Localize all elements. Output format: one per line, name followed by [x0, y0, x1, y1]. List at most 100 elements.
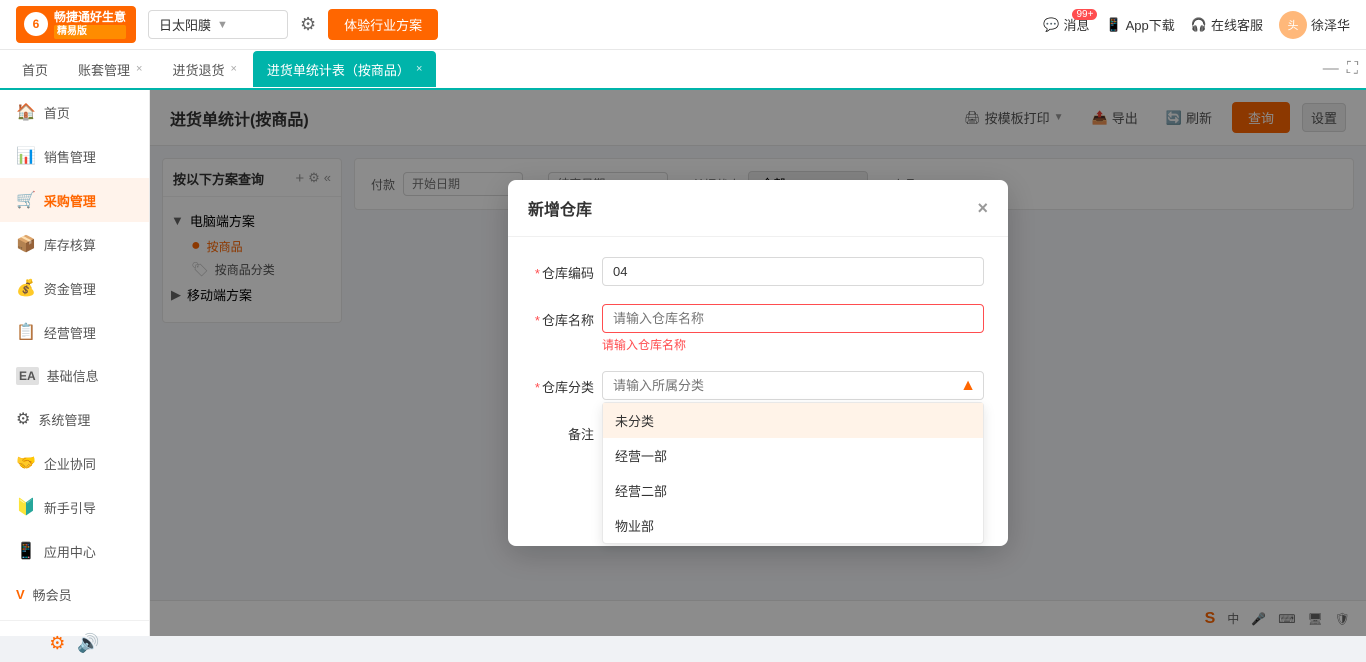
finance-icon: 💰: [16, 278, 36, 298]
basic-info-icon: EA: [16, 367, 39, 385]
sidebar: 🏠 首页 📊 销售管理 🛒 采购管理 📦 库存核算 💰 资金管理 📋 经营管理 …: [0, 90, 150, 636]
dialog-body: 仓库编码 仓库名称 请输入仓库名称: [508, 237, 1008, 485]
settings-bottom-icon[interactable]: ⚙: [49, 633, 65, 654]
dialog-close-button[interactable]: ×: [977, 198, 988, 219]
sidebar-item-vip[interactable]: V 畅会员: [0, 573, 149, 616]
cooperation-icon: 🤝: [16, 453, 36, 473]
name-field-row: 仓库名称 请输入仓库名称: [532, 304, 984, 353]
sidebar-item-cooperation[interactable]: 🤝 企业协同: [0, 441, 149, 485]
dropdown-item-dept1[interactable]: 经营一部: [603, 438, 983, 473]
tab-purchase-stats[interactable]: 进货单统计表（按商品） ×: [253, 51, 436, 87]
sidebar-sales-label: 销售管理: [44, 147, 96, 166]
store-name: 日太阳膜: [159, 15, 211, 34]
sidebar-item-sales[interactable]: 📊 销售管理: [0, 134, 149, 178]
new-warehouse-dialog: 新增仓库 × 仓库编码 仓库名称: [508, 180, 1008, 546]
home-icon: 🏠: [16, 102, 36, 122]
avatar: 头: [1279, 11, 1307, 39]
close-accounts-tab[interactable]: ×: [136, 63, 142, 75]
operations-icon: 📋: [16, 322, 36, 342]
sidebar-finance-label: 资金管理: [44, 279, 96, 298]
name-error-message: 请输入仓库名称: [602, 336, 984, 353]
sidebar-item-finance[interactable]: 💰 资金管理: [0, 266, 149, 310]
message-icon: 💬: [1043, 17, 1059, 33]
category-select-wrap: ▲: [602, 371, 984, 400]
name-label: 仓库名称: [532, 304, 602, 329]
tab-accounts[interactable]: 账套管理 ×: [64, 51, 156, 87]
sidebar-operations-label: 经营管理: [44, 323, 96, 342]
tab-purchase-stats-label: 进货单统计表（按商品）: [267, 60, 410, 79]
sidebar-item-operations[interactable]: 📋 经营管理: [0, 310, 149, 354]
dialog-title: 新增仓库: [528, 196, 592, 220]
sidebar-home-label: 首页: [44, 103, 70, 122]
trial-button[interactable]: 体验行业方案: [328, 9, 438, 40]
store-selector[interactable]: 日太阳膜 ▼: [148, 10, 288, 39]
sidebar-app-center-label: 应用中心: [44, 542, 96, 561]
dropdown-dept1-label: 经营一部: [615, 449, 667, 464]
sidebar-item-basic-info[interactable]: EA 基础信息: [0, 354, 149, 397]
app-center-icon: 📱: [16, 541, 36, 561]
online-service-label: 在线客服: [1211, 15, 1263, 34]
settings-icon[interactable]: ⚙: [300, 14, 316, 35]
sidebar-system-label: 系统管理: [38, 410, 90, 429]
headset-icon: 🎧: [1191, 17, 1207, 33]
sidebar-item-home[interactable]: 🏠 首页: [0, 90, 149, 134]
code-input[interactable]: [602, 257, 984, 286]
logo-sub: 精易版: [54, 25, 126, 39]
store-dropdown-icon: ▼: [217, 19, 228, 31]
purchase-icon: 🛒: [16, 190, 36, 210]
category-dropdown: 未分类 经营一部 经营二部 物业部: [602, 402, 984, 544]
logo-area: 6 畅捷通好生意 精易版: [16, 6, 136, 43]
notification-button[interactable]: 💬 消息 99+: [1043, 15, 1089, 34]
dropdown-property-label: 物业部: [615, 519, 654, 534]
sidebar-purchase-label: 采购管理: [44, 191, 96, 210]
dialog-header: 新增仓库 ×: [508, 180, 1008, 237]
tab-home[interactable]: 首页: [8, 51, 62, 87]
sidebar-item-purchase[interactable]: 🛒 采购管理: [0, 178, 149, 222]
tab-minimize-icon[interactable]: —: [1323, 60, 1339, 78]
sidebar-basic-info-label: 基础信息: [47, 366, 99, 385]
close-purchase-stats-tab[interactable]: ×: [416, 63, 422, 75]
dropdown-item-property[interactable]: 物业部: [603, 508, 983, 543]
code-field: [602, 257, 984, 286]
category-field-row: 仓库分类 ▲ 未分类: [532, 371, 984, 400]
sidebar-guide-label: 新手引导: [44, 498, 96, 517]
inventory-icon: 📦: [16, 234, 36, 254]
speaker-icon[interactable]: 🔊: [77, 633, 99, 654]
sidebar-item-inventory[interactable]: 📦 库存核算: [0, 222, 149, 266]
dropdown-dept2-label: 经营二部: [615, 484, 667, 499]
close-purchase-return-tab[interactable]: ×: [230, 63, 236, 75]
app-download-button[interactable]: 📱 App下载: [1105, 15, 1174, 34]
name-input[interactable]: [602, 304, 984, 333]
tab-actions: — ⛶: [1323, 60, 1358, 78]
main-layout: 🏠 首页 📊 销售管理 🛒 采购管理 📦 库存核算 💰 资金管理 📋 经营管理 …: [0, 90, 1366, 636]
tab-purchase-return[interactable]: 进货退货 ×: [158, 51, 250, 87]
online-service-button[interactable]: 🎧 在线客服: [1191, 15, 1263, 34]
sidebar-item-guide[interactable]: 🔰 新手引导: [0, 485, 149, 529]
logo-icon: 6: [24, 12, 48, 36]
phone-icon: 📱: [1105, 17, 1121, 33]
user-menu[interactable]: 头 徐泽华: [1279, 11, 1350, 39]
category-label: 仓库分类: [532, 371, 602, 396]
logo-text: 畅捷通好生意 精易版: [54, 10, 126, 39]
dropdown-item-uncategorized[interactable]: 未分类: [603, 403, 983, 438]
sidebar-footer: ⚙ 🔊: [0, 616, 149, 662]
code-label: 仓库编码: [532, 257, 602, 282]
sidebar-vip-label: 畅会员: [33, 585, 72, 604]
logo-name: 畅捷通好生意: [54, 10, 126, 24]
header-right: 💬 消息 99+ 📱 App下载 🎧 在线客服 头 徐泽华: [1043, 11, 1350, 39]
dropdown-item-dept2[interactable]: 经营二部: [603, 473, 983, 508]
dialog-overlay: 新增仓库 × 仓库编码 仓库名称: [150, 90, 1366, 636]
tab-home-label: 首页: [22, 60, 48, 79]
sidebar-item-app-center[interactable]: 📱 应用中心: [0, 529, 149, 573]
remark-label: 备注: [532, 418, 602, 443]
tab-expand-icon[interactable]: ⛶: [1347, 60, 1358, 78]
sidebar-item-system[interactable]: ⚙ 系统管理: [0, 397, 149, 441]
category-input[interactable]: [602, 371, 984, 400]
tab-purchase-return-label: 进货退货: [172, 60, 224, 79]
guide-icon: 🔰: [16, 497, 36, 517]
category-arrow-icon[interactable]: ▲: [960, 377, 976, 395]
sidebar-divider: [0, 620, 149, 621]
vip-icon: V: [16, 587, 25, 602]
sidebar-bottom-actions: ⚙ 🔊: [0, 625, 149, 662]
category-field: ▲ 未分类 经营一部 经营二部: [602, 371, 984, 400]
